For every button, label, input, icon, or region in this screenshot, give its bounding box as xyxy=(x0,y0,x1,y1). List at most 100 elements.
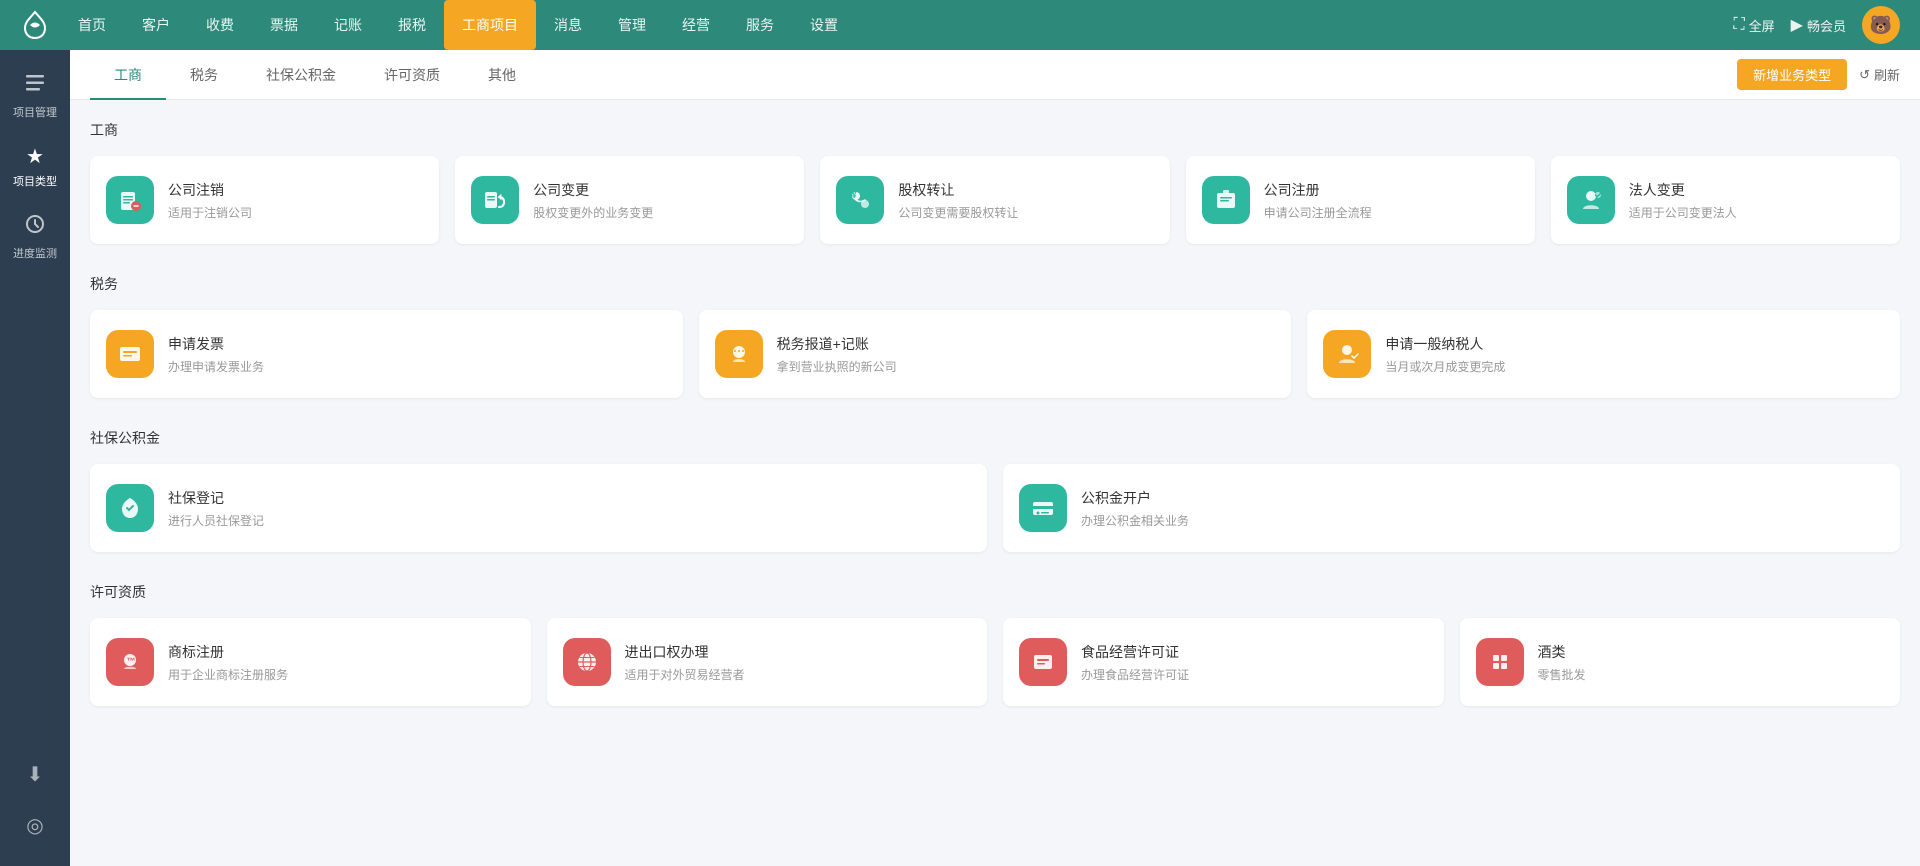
import-export-info: 进出口权办理 适用于对外贸易经营者 xyxy=(625,642,972,683)
refresh-button[interactable]: ↺ 刷新 xyxy=(1859,65,1900,84)
card-apply-taxpayer[interactable]: 申请一般纳税人 当月或次月成变更完成 xyxy=(1307,310,1900,398)
nav-customer[interactable]: 客户 xyxy=(124,0,188,50)
sidebar-item-project-manage[interactable]: 项目管理 xyxy=(0,60,70,132)
nav-manage[interactable]: 管理 xyxy=(600,0,664,50)
tab-bar: 工商 税务 社保公积金 许可资质 其他 新增业务类型 ↺ 刷新 xyxy=(70,50,1920,100)
alcohol-icon xyxy=(1476,638,1524,686)
sidebar-item-progress[interactable]: 进度监测 xyxy=(0,201,70,273)
equity-transfer-icon: ¥ xyxy=(836,176,884,224)
fund-account-desc: 办理公积金相关业务 xyxy=(1081,512,1884,529)
card-company-register[interactable]: 公司注册 申请公司注册全流程 xyxy=(1186,156,1535,244)
content-area: 工商 税务 社保公积金 许可资质 其他 新增业务类型 ↺ 刷新 工商 xyxy=(70,50,1920,866)
vip-btn[interactable]: ▶ 畅会员 xyxy=(1791,15,1846,35)
apply-taxpayer-title: 申请一般纳税人 xyxy=(1385,334,1884,354)
nav-home[interactable]: 首页 xyxy=(60,0,124,50)
company-change-title: 公司变更 xyxy=(533,180,788,200)
apply-invoice-icon xyxy=(106,330,154,378)
company-cancel-info: 公司注销 适用于注销公司 xyxy=(168,180,423,221)
tax-accounting-info: 税务报道+记账 拿到营业执照的新公司 xyxy=(777,334,1276,375)
nav-message[interactable]: 消息 xyxy=(536,0,600,50)
trademark-icon: ™ xyxy=(106,638,154,686)
main-layout: 项目管理 ★ 项目类型 进度监测 ⬇ ◎ xyxy=(0,50,1920,866)
company-cancel-desc: 适用于注销公司 xyxy=(168,204,423,221)
food-license-desc: 办理食品经营许可证 xyxy=(1081,666,1428,683)
top-nav: 首页 客户 收费 票据 记账 报税 工商项目 消息 管理 经营 服务 设置 ⛶ … xyxy=(0,0,1920,50)
trademark-info: 商标注册 用于企业商标注册服务 xyxy=(168,642,515,683)
card-social-insurance[interactable]: 社保登记 进行人员社保登记 xyxy=(90,464,987,552)
card-import-export[interactable]: 进出口权办理 适用于对外贸易经营者 xyxy=(547,618,988,706)
tab-shebao[interactable]: 社保公积金 xyxy=(242,50,360,100)
nav-ticket[interactable]: 票据 xyxy=(252,0,316,50)
shuiwu-grid: 申请发票 办理申请发票业务 xyxy=(90,310,1900,398)
tab-other[interactable]: 其他 xyxy=(464,50,540,100)
fund-account-icon xyxy=(1019,484,1067,532)
svg-text:¥: ¥ xyxy=(852,191,857,200)
card-apply-invoice[interactable]: 申请发票 办理申请发票业务 xyxy=(90,310,683,398)
location-icon: ◎ xyxy=(26,813,43,838)
legal-change-desc: 适用于公司变更法人 xyxy=(1629,204,1884,221)
download-icon: ⬇ xyxy=(27,762,44,787)
tab-gongshang[interactable]: 工商 xyxy=(90,50,166,100)
equity-transfer-info: 股权转让 公司变更需要股权转让 xyxy=(898,180,1153,221)
company-register-title: 公司注册 xyxy=(1264,180,1519,200)
card-company-change[interactable]: 公司变更 股权变更外的业务变更 xyxy=(455,156,804,244)
legal-change-icon xyxy=(1567,176,1615,224)
tab-actions: 新增业务类型 ↺ 刷新 xyxy=(1737,59,1900,90)
tab-xuke[interactable]: 许可资质 xyxy=(360,50,464,100)
trademark-title: 商标注册 xyxy=(168,642,515,662)
card-company-cancel[interactable]: 公司注销 适用于注销公司 xyxy=(90,156,439,244)
card-food-license[interactable]: 食品经营许可证 办理食品经营许可证 xyxy=(1003,618,1444,706)
nav-settings[interactable]: 设置 xyxy=(792,0,856,50)
tab-shuiwu[interactable]: 税务 xyxy=(166,50,242,100)
xuke-grid: ™ 商标注册 用于企业商标注册服务 xyxy=(90,618,1900,706)
tax-accounting-desc: 拿到营业执照的新公司 xyxy=(777,358,1276,375)
tax-accounting-icon xyxy=(715,330,763,378)
sidebar-download[interactable]: ⬇ xyxy=(0,754,70,795)
card-legal-change[interactable]: 法人变更 适用于公司变更法人 xyxy=(1551,156,1900,244)
card-trademark[interactable]: ™ 商标注册 用于企业商标注册服务 xyxy=(90,618,531,706)
vip-label: 畅会员 xyxy=(1807,16,1846,35)
sidebar-location[interactable]: ◎ xyxy=(0,805,70,846)
social-insurance-icon xyxy=(106,484,154,532)
social-insurance-info: 社保登记 进行人员社保登记 xyxy=(168,488,971,529)
apply-invoice-desc: 办理申请发票业务 xyxy=(168,358,667,375)
project-manage-icon xyxy=(24,72,46,100)
company-register-info: 公司注册 申请公司注册全流程 xyxy=(1264,180,1519,221)
nav-bizproject[interactable]: 工商项目 xyxy=(444,0,536,50)
company-cancel-icon xyxy=(106,176,154,224)
section-title-gongshang: 工商 xyxy=(90,120,1900,140)
card-alcohol[interactable]: 酒类 零售批发 xyxy=(1460,618,1901,706)
fullscreen-icon: ⛶ xyxy=(1733,16,1744,34)
nav-accounting[interactable]: 记账 xyxy=(316,0,380,50)
fullscreen-btn[interactable]: ⛶ 全屏 xyxy=(1733,16,1774,35)
nav-right: ⛶ 全屏 ▶ 畅会员 🐻 xyxy=(1733,6,1900,44)
vip-icon: ▶ xyxy=(1791,15,1803,35)
logo xyxy=(10,0,60,50)
scroll-content[interactable]: 工商 公司注销 适用 xyxy=(70,100,1920,866)
tax-accounting-title: 税务报道+记账 xyxy=(777,334,1276,354)
card-equity-transfer[interactable]: ¥ 股权转让 公司变更需要股权转让 xyxy=(820,156,1169,244)
food-license-title: 食品经营许可证 xyxy=(1081,642,1428,662)
sidebar-label-project-type: 项目类型 xyxy=(13,173,57,189)
section-title-shuiwu: 税务 xyxy=(90,274,1900,294)
alcohol-title: 酒类 xyxy=(1538,642,1885,662)
sidebar-item-project-type[interactable]: ★ 项目类型 xyxy=(0,132,70,201)
food-license-icon xyxy=(1019,638,1067,686)
card-tax-accounting[interactable]: 税务报道+记账 拿到营业执照的新公司 xyxy=(699,310,1292,398)
fund-account-title: 公积金开户 xyxy=(1081,488,1884,508)
alcohol-info: 酒类 零售批发 xyxy=(1538,642,1885,683)
nav-service[interactable]: 服务 xyxy=(728,0,792,50)
avatar[interactable]: 🐻 xyxy=(1862,6,1900,44)
company-change-desc: 股权变更外的业务变更 xyxy=(533,204,788,221)
social-insurance-title: 社保登记 xyxy=(168,488,971,508)
card-fund-account[interactable]: 公积金开户 办理公积金相关业务 xyxy=(1003,464,1900,552)
nav-fee[interactable]: 收费 xyxy=(188,0,252,50)
import-export-title: 进出口权办理 xyxy=(625,642,972,662)
new-type-button[interactable]: 新增业务类型 xyxy=(1737,59,1847,90)
sidebar-label-progress: 进度监测 xyxy=(13,245,57,261)
company-change-info: 公司变更 股权变更外的业务变更 xyxy=(533,180,788,221)
nav-tax[interactable]: 报税 xyxy=(380,0,444,50)
trademark-desc: 用于企业商标注册服务 xyxy=(168,666,515,683)
nav-operation[interactable]: 经营 xyxy=(664,0,728,50)
sidebar: 项目管理 ★ 项目类型 进度监测 ⬇ ◎ xyxy=(0,50,70,866)
